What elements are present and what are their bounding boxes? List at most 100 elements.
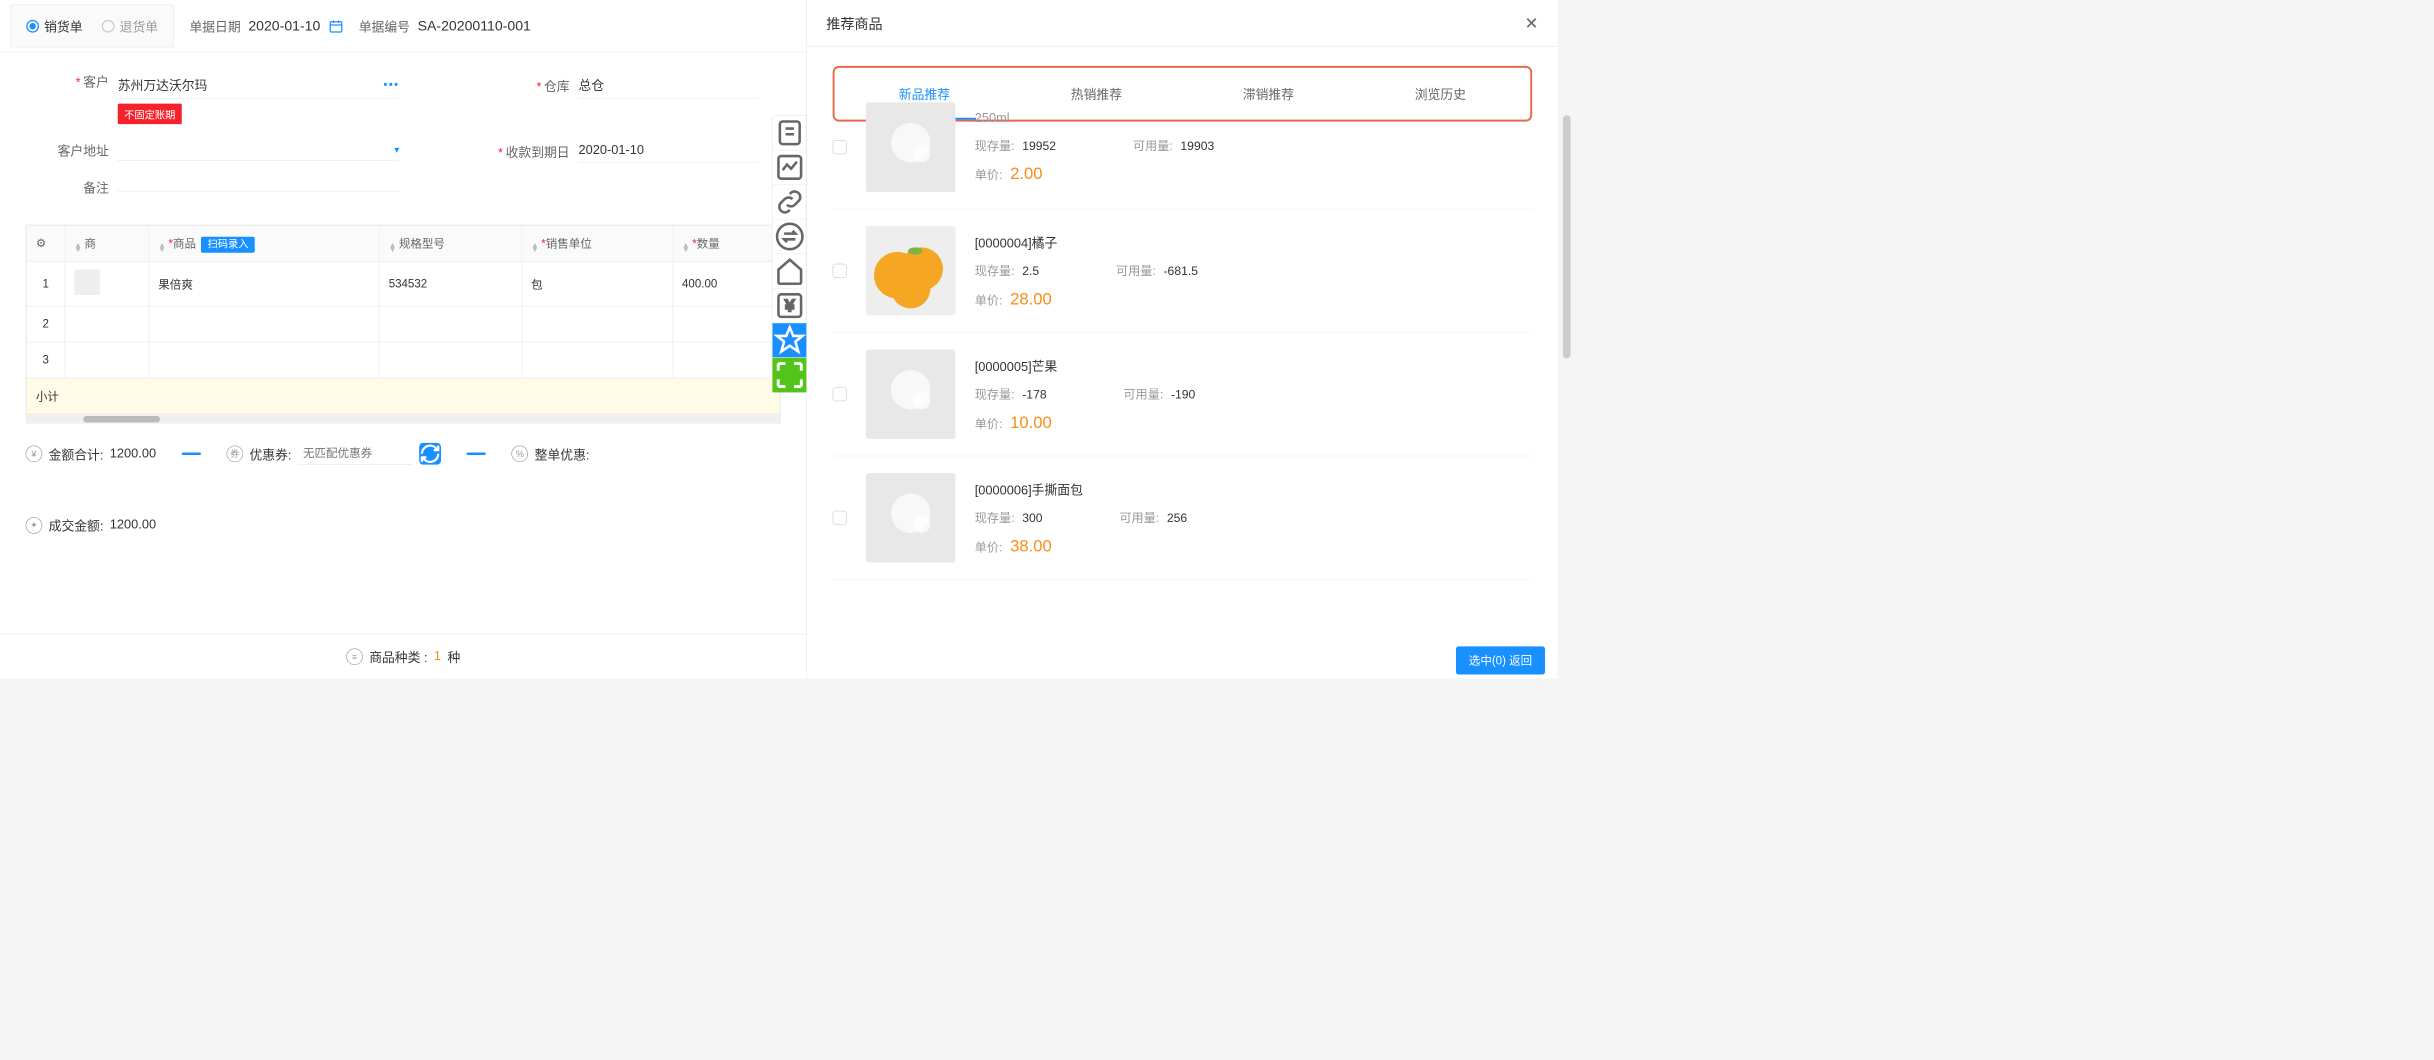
- sort-icon: ▲▼: [389, 243, 397, 252]
- settings-column[interactable]: ⚙: [27, 226, 65, 262]
- line-items-table: ⚙ ▲▼商 ▲▼*商品扫码录入 ▲▼规格型号 ▲▼*销售单位 ▲▼*数量 1 果…: [26, 225, 781, 415]
- product-name: [0000005]芒果: [975, 356, 1532, 375]
- stock-stat: 现存量:300: [975, 508, 1043, 525]
- side-favorite-button[interactable]: [772, 323, 807, 358]
- radio-label: 销货单: [44, 17, 82, 36]
- side-chart-button[interactable]: [772, 150, 807, 185]
- table-row[interactable]: 1 果倍爽 534532 包 400.00: [27, 261, 780, 306]
- product-checkbox[interactable]: [833, 387, 847, 401]
- header: 销货单 退货单 单据日期 2020-01-10 单据编号 SA-20200110…: [0, 0, 806, 52]
- warehouse-label: *仓库: [486, 76, 569, 95]
- row-product[interactable]: [149, 306, 379, 342]
- row-qty[interactable]: [673, 306, 780, 342]
- col-image[interactable]: ▲▼商: [65, 226, 149, 262]
- radio-sales-order[interactable]: 销货单: [26, 17, 82, 36]
- table-row[interactable]: 3: [27, 342, 780, 378]
- amount-value: 1200.00: [110, 446, 156, 461]
- doc-date-value[interactable]: 2020-01-10: [248, 18, 320, 35]
- row-qty[interactable]: 400.00: [673, 261, 780, 306]
- dash-icon: [467, 452, 486, 455]
- product-image: [866, 473, 956, 563]
- subtotal-label: 小计: [27, 378, 780, 414]
- row-unit[interactable]: 包: [522, 261, 673, 306]
- available-stat: 可用量:256: [1119, 508, 1187, 525]
- product-item: 250ml 现存量:19952 可用量:19903 单价:2.00: [833, 102, 1533, 209]
- product-checkbox[interactable]: [833, 264, 847, 278]
- radio-return-order[interactable]: 退货单: [102, 17, 158, 36]
- col-unit[interactable]: ▲▼*销售单位: [522, 226, 673, 262]
- doc-number-field: 单据编号 SA-20200110-001: [359, 17, 531, 36]
- subtotal-row: 小计: [27, 378, 780, 414]
- product-image: [866, 226, 956, 316]
- refresh-coupon-button[interactable]: [419, 443, 441, 465]
- col-qty[interactable]: ▲▼*数量: [673, 226, 780, 262]
- row-product[interactable]: 果倍爽: [149, 261, 379, 306]
- product-item: [0000006]手撕面包 现存量:300 可用量:256 单价:38.00: [833, 456, 1533, 580]
- product-thumb-icon: [74, 269, 100, 295]
- customer-input[interactable]: 苏州万达沃尔玛 •••: [118, 72, 400, 99]
- vertical-scrollbar[interactable]: [1563, 115, 1571, 358]
- customer-badge: 不固定账期: [118, 104, 182, 124]
- selected-return-button[interactable]: 选中(0) 返回: [1456, 646, 1545, 674]
- row-qty[interactable]: [673, 342, 780, 378]
- coupon-icon: 券: [226, 445, 243, 462]
- stock-stat: 现存量:19952: [975, 136, 1056, 153]
- row-spec[interactable]: [379, 306, 521, 342]
- deal-amount: ✦ 成交金额: 1200.00: [26, 516, 156, 535]
- horizontal-scrollbar[interactable]: [26, 415, 781, 424]
- product-name: 250ml: [975, 111, 1532, 126]
- coupon-label: 优惠券:: [250, 444, 292, 463]
- sales-order-form: 销货单 退货单 单据日期 2020-01-10 单据编号 SA-20200110…: [0, 0, 806, 678]
- scan-input-button[interactable]: 扫码录入: [201, 237, 255, 253]
- address-input[interactable]: ▾: [118, 140, 400, 161]
- chevron-down-icon[interactable]: ▾: [394, 143, 399, 156]
- product-info: 250ml 现存量:19952 可用量:19903 单价:2.00: [975, 111, 1532, 183]
- side-home-button[interactable]: [772, 254, 807, 289]
- row-spec[interactable]: 534532: [379, 261, 521, 306]
- product-checkbox[interactable]: [833, 511, 847, 525]
- price-stat: 单价:38.00: [975, 536, 1532, 556]
- side-currency-button[interactable]: ¥: [772, 289, 807, 324]
- side-link-button[interactable]: [772, 185, 807, 220]
- due-date-input[interactable]: 2020-01-10: [579, 140, 758, 163]
- side-note-button[interactable]: [772, 116, 807, 151]
- table-row[interactable]: 2: [27, 306, 780, 342]
- price-stat: 单价:10.00: [975, 412, 1532, 432]
- panel-header: 推荐商品 ✕: [807, 0, 1558, 47]
- coupon-input[interactable]: [298, 443, 413, 465]
- product-image: [866, 102, 956, 192]
- sort-icon: ▲▼: [158, 243, 166, 252]
- close-icon[interactable]: ✕: [1525, 13, 1539, 33]
- sku-icon: ≡: [346, 648, 363, 665]
- row-unit[interactable]: [522, 342, 673, 378]
- gear-icon: ⚙: [36, 237, 46, 250]
- sku-label: 商品种类 :: [369, 647, 427, 666]
- panel-footer: 选中(0) 返回: [1456, 652, 1545, 669]
- product-info: [0000006]手撕面包 现存量:300 可用量:256 单价:38.00: [975, 480, 1532, 556]
- order-type-radio-group: 销货单 退货单: [10, 4, 174, 47]
- side-swap-button[interactable]: [772, 220, 807, 255]
- row-product[interactable]: [149, 342, 379, 378]
- product-list: 250ml 现存量:19952 可用量:19903 单价:2.00 [00000…: [807, 102, 1558, 579]
- remark-label: 备注: [26, 178, 109, 197]
- col-product[interactable]: ▲▼*商品扫码录入: [149, 226, 379, 262]
- side-expand-button[interactable]: [772, 358, 807, 393]
- panel-title: 推荐商品: [826, 13, 882, 33]
- lookup-icon[interactable]: •••: [383, 78, 399, 91]
- warehouse-input[interactable]: 总仓: [579, 72, 758, 99]
- radio-icon: [26, 20, 39, 33]
- price-stat: 单价:2.00: [975, 164, 1532, 184]
- remark-input[interactable]: [118, 183, 400, 191]
- product-info: [0000005]芒果 现存量:-178 可用量:-190 单价:10.00: [975, 356, 1532, 432]
- row-spec[interactable]: [379, 342, 521, 378]
- row-unit[interactable]: [522, 306, 673, 342]
- discount-label: 整单优惠:: [535, 444, 590, 463]
- radio-icon: [102, 20, 115, 33]
- calendar-icon[interactable]: [328, 18, 343, 33]
- amount-total: ¥ 金额合计: 1200.00: [26, 444, 156, 463]
- row-image: [65, 261, 149, 306]
- footer-summary: ≡ 商品种类 : 1 种: [0, 634, 806, 679]
- coupon-field: 券 优惠券:: [226, 443, 441, 465]
- col-spec[interactable]: ▲▼规格型号: [379, 226, 521, 262]
- product-checkbox[interactable]: [833, 140, 847, 154]
